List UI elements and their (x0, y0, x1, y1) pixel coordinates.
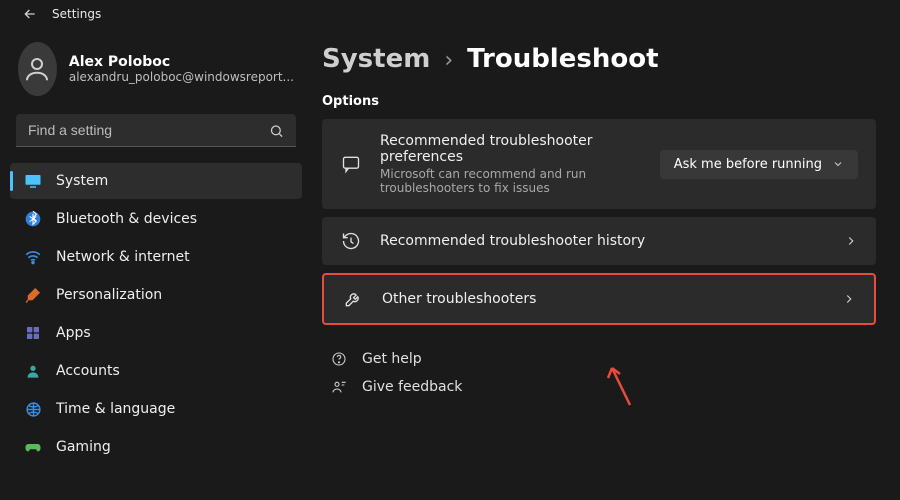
sidebar-item-gaming[interactable]: Gaming (10, 429, 302, 465)
chevron-down-icon (832, 158, 844, 170)
card-title: Other troubleshooters (382, 291, 824, 307)
sidebar-item-label: Personalization (56, 287, 162, 303)
sidebar-item-label: Bluetooth & devices (56, 211, 197, 227)
sidebar-item-time-language[interactable]: Time & language (10, 391, 302, 427)
chevron-right-icon: › (444, 48, 453, 73)
wifi-icon (24, 248, 42, 266)
card-description: Microsoft can recommend and run troubles… (380, 167, 640, 195)
app-title: Settings (52, 7, 101, 21)
sidebar-item-network[interactable]: Network & internet (10, 239, 302, 275)
sidebar-item-label: Accounts (56, 363, 120, 379)
card-other-troubleshooters[interactable]: Other troubleshooters (322, 273, 876, 325)
card-title: Recommended troubleshooter preferences (380, 133, 642, 165)
link-label: Get help (362, 351, 422, 367)
sidebar-item-label: Apps (56, 325, 91, 341)
profile-block[interactable]: Alex Poloboc alexandru_poloboc@windowsre… (10, 38, 302, 106)
wrench-icon (342, 289, 364, 309)
sidebar-item-apps[interactable]: Apps (10, 315, 302, 351)
profile-email: alexandru_poloboc@windowsreport... (69, 70, 294, 84)
search-input[interactable] (16, 114, 296, 147)
avatar (18, 42, 57, 96)
sidebar-item-bluetooth[interactable]: Bluetooth & devices (10, 201, 302, 237)
sidebar-item-label: System (56, 173, 108, 189)
monitor-icon (24, 172, 42, 190)
breadcrumb-parent[interactable]: System (322, 44, 430, 74)
bluetooth-icon (24, 210, 42, 228)
link-label: Give feedback (362, 379, 462, 395)
link-get-help[interactable]: Get help (330, 351, 876, 367)
apps-icon (24, 324, 42, 342)
profile-name: Alex Poloboc (69, 54, 294, 70)
sidebar-item-personalization[interactable]: Personalization (10, 277, 302, 313)
help-icon (330, 351, 348, 367)
card-title: Recommended troubleshooter history (380, 233, 826, 249)
search-icon (269, 123, 284, 138)
gamepad-icon (24, 438, 42, 456)
sidebar-item-system[interactable]: System (10, 163, 302, 199)
feedback-icon (330, 379, 348, 395)
chevron-right-icon (842, 292, 856, 306)
preferences-dropdown[interactable]: Ask me before running (660, 150, 858, 179)
clock-globe-icon (24, 400, 42, 418)
sidebar-item-label: Gaming (56, 439, 111, 455)
search-box[interactable] (16, 114, 296, 147)
paintbrush-icon (24, 286, 42, 304)
sidebar-item-label: Network & internet (56, 249, 190, 265)
dropdown-value: Ask me before running (674, 157, 822, 172)
sidebar-item-label: Time & language (56, 401, 175, 417)
sidebar-item-accounts[interactable]: Accounts (10, 353, 302, 389)
history-icon (340, 231, 362, 251)
card-troubleshooter-preferences[interactable]: Recommended troubleshooter preferences M… (322, 119, 876, 209)
card-troubleshooter-history[interactable]: Recommended troubleshooter history (322, 217, 876, 265)
breadcrumb: System › Troubleshoot (322, 44, 876, 74)
chevron-right-icon (844, 234, 858, 248)
link-give-feedback[interactable]: Give feedback (330, 379, 876, 395)
chat-icon (340, 154, 362, 174)
breadcrumb-current: Troubleshoot (467, 44, 658, 74)
back-button[interactable] (22, 6, 38, 22)
nav-list: System Bluetooth & devices Network & int… (10, 163, 302, 465)
section-options-label: Options (322, 94, 876, 109)
sidebar: Alex Poloboc alexandru_poloboc@windowsre… (0, 24, 312, 500)
main-panel: System › Troubleshoot Options Recommende… (312, 24, 900, 500)
person-icon (24, 362, 42, 380)
